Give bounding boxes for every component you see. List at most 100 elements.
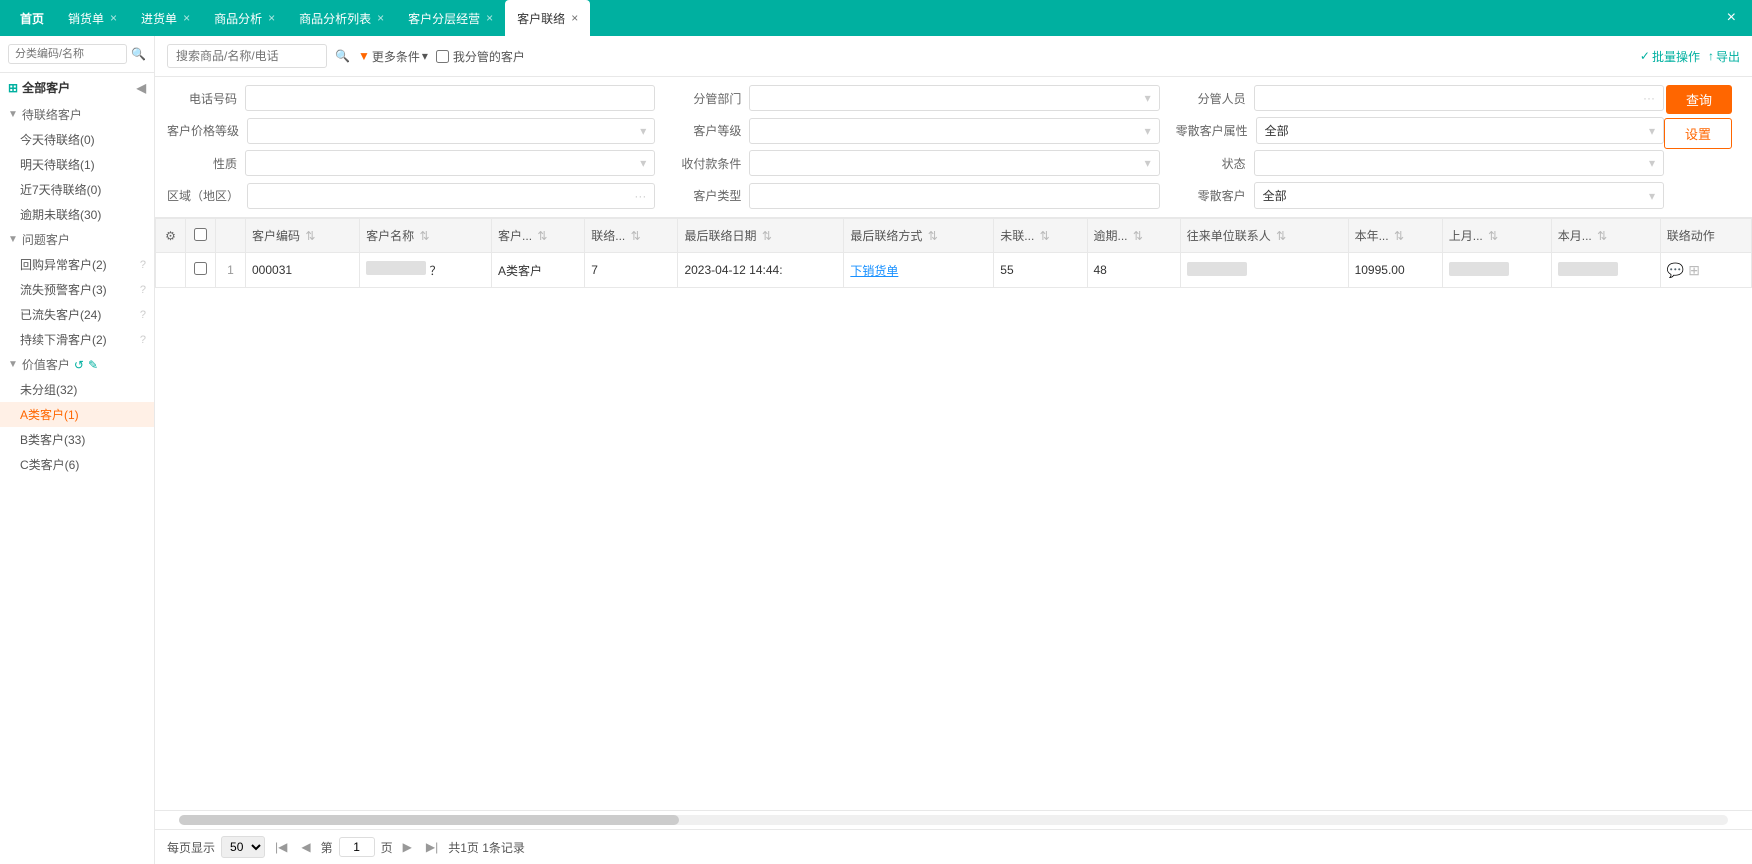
triangle-icon-2: ▼ bbox=[8, 234, 18, 245]
nav-tab-customer-tier[interactable]: 客户分层经营 × bbox=[396, 0, 505, 36]
close-purchase-tab[interactable]: × bbox=[183, 11, 190, 25]
main-search-icon[interactable]: 🔍 bbox=[335, 49, 350, 63]
horizontal-scrollbar[interactable] bbox=[179, 815, 1728, 825]
sidebar-search-input[interactable] bbox=[8, 44, 127, 64]
dept-input[interactable]: ▾ bbox=[749, 85, 1159, 111]
sidebar-item-declining[interactable]: 持续下滑客户(2) ? bbox=[0, 327, 154, 352]
close-sales-tab[interactable]: × bbox=[110, 11, 117, 25]
value-customers-group[interactable]: ▼ 价值客户 ↺ ✎ bbox=[0, 352, 154, 377]
sidebar-item-loss-warning[interactable]: 流失预警客户(3) ? bbox=[0, 277, 154, 302]
my-customer-checkbox-area[interactable]: 我分管的客户 bbox=[436, 48, 525, 65]
close-customer-tier-tab[interactable]: × bbox=[486, 11, 493, 25]
retail-attr-input[interactable]: 全部▾ bbox=[1256, 117, 1664, 144]
help-icon-3[interactable]: ? bbox=[140, 309, 146, 321]
nav-tab-analysis[interactable]: 商品分析 × bbox=[202, 0, 287, 36]
sidebar-search-icon[interactable]: 🔍 bbox=[131, 47, 146, 61]
help-icon-2[interactable]: ? bbox=[140, 284, 146, 296]
sidebar-item-tomorrow[interactable]: 明天待联络(1) bbox=[0, 152, 154, 177]
gear-icon[interactable]: ⚙ bbox=[165, 229, 176, 243]
td-code: 000031 bbox=[246, 253, 360, 288]
help-icon-4[interactable]: ? bbox=[140, 334, 146, 346]
sort-last-date-icon[interactable]: ⇅ bbox=[762, 229, 772, 243]
th-this-month: 本月... ⇅ bbox=[1551, 219, 1660, 253]
sidebar-item-7days[interactable]: 近7天待联络(0) bbox=[0, 177, 154, 202]
sort-type-icon[interactable]: ⇅ bbox=[537, 229, 547, 243]
sidebar: 🔍 ⊞ 全部客户 ◀ ▼ 待联络客户 今天待联络(0) 明天待联络(1) 近7天… bbox=[0, 36, 155, 864]
customer-type-input[interactable] bbox=[749, 183, 1159, 209]
sort-code-icon[interactable]: ⇅ bbox=[305, 229, 315, 243]
qr-icon[interactable]: ⊞ bbox=[1688, 262, 1700, 279]
nav-tab-customer-contact[interactable]: 客户联络 × bbox=[505, 0, 590, 36]
th-last-method-label: 最后联络方式 bbox=[850, 229, 922, 243]
main-search-input[interactable] bbox=[167, 44, 327, 68]
sidebar-item-abnormal[interactable]: 回购异常客户(2) ? bbox=[0, 252, 154, 277]
select-all-checkbox[interactable] bbox=[194, 228, 207, 241]
sidebar-item-today[interactable]: 今天待联络(0) bbox=[0, 127, 154, 152]
settings-button[interactable]: 设置 bbox=[1664, 118, 1732, 149]
th-num bbox=[216, 219, 246, 253]
close-analysis-list-tab[interactable]: × bbox=[377, 11, 384, 25]
row-checkbox[interactable] bbox=[194, 262, 207, 275]
price-level-input[interactable]: ▾ bbox=[247, 118, 655, 144]
prev-page-btn[interactable]: ◀ bbox=[297, 838, 314, 856]
refresh-icon[interactable]: ↺ bbox=[74, 358, 84, 372]
batch-op-button[interactable]: ✓ 批量操作 bbox=[1640, 48, 1700, 65]
manager-input[interactable]: ··· bbox=[1254, 85, 1664, 111]
last-method-link[interactable]: 下销货单 bbox=[850, 264, 898, 278]
first-page-btn[interactable]: |◀ bbox=[271, 838, 291, 856]
customer-level-input[interactable]: ▾ bbox=[749, 118, 1159, 144]
phone-input[interactable] bbox=[245, 85, 655, 111]
payment-input[interactable]: ▾ bbox=[749, 150, 1159, 176]
per-page-select[interactable]: 50 bbox=[221, 836, 265, 858]
more-filter-button[interactable]: ▼ 更多条件 ▾ bbox=[358, 48, 428, 65]
sidebar-item-class-c[interactable]: C类客户(6) bbox=[0, 452, 154, 477]
sidebar-item-class-b[interactable]: B类客户(33) bbox=[0, 427, 154, 452]
nature-input[interactable]: ▾ bbox=[245, 150, 655, 176]
sort-related-icon[interactable]: ⇅ bbox=[1276, 229, 1286, 243]
td-uncontacted: 55 bbox=[994, 253, 1087, 288]
region-input[interactable]: ··· bbox=[247, 183, 655, 209]
sort-last-method-icon[interactable]: ⇅ bbox=[928, 229, 938, 243]
message-icon[interactable]: 💬 bbox=[1667, 262, 1684, 279]
close-customer-contact-tab[interactable]: × bbox=[571, 11, 578, 25]
close-analysis-tab[interactable]: × bbox=[268, 11, 275, 25]
status-input[interactable]: ▾ bbox=[1254, 150, 1664, 176]
sidebar-item-class-a[interactable]: A类客户(1) bbox=[0, 402, 154, 427]
page-number-input[interactable] bbox=[339, 837, 375, 857]
sidebar-item-ungroup[interactable]: 未分组(32) bbox=[0, 377, 154, 402]
help-icon-1[interactable]: ? bbox=[140, 259, 146, 271]
sort-this-year-icon[interactable]: ⇅ bbox=[1394, 229, 1404, 243]
next-page-btn[interactable]: ▶ bbox=[399, 838, 416, 856]
nav-tab-sales[interactable]: 销货单 × bbox=[56, 0, 129, 36]
th-action: 联络动作 bbox=[1660, 219, 1751, 253]
close-all-tabs[interactable]: × bbox=[1719, 9, 1744, 27]
sort-uncontacted-icon[interactable]: ⇅ bbox=[1040, 229, 1050, 243]
scrollbar-thumb[interactable] bbox=[179, 815, 679, 825]
export-button[interactable]: ↑ 导出 bbox=[1708, 48, 1740, 65]
my-customer-checkbox[interactable] bbox=[436, 50, 449, 63]
all-customers-header[interactable]: ⊞ 全部客户 ◀ bbox=[0, 73, 154, 102]
pending-contact-group[interactable]: ▼ 待联络客户 bbox=[0, 102, 154, 127]
filter-row-1: 电话号码 分管部门 ▾ 分管人员 ··· bbox=[167, 85, 1664, 111]
last-page-btn[interactable]: ▶| bbox=[422, 838, 442, 856]
th-overdue-label: 逾期... bbox=[1094, 229, 1128, 243]
nav-tab-home[interactable]: 首页 bbox=[8, 0, 56, 36]
nav-tab-purchase[interactable]: 进货单 × bbox=[129, 0, 202, 36]
edit-group-icon[interactable]: ✎ bbox=[88, 358, 98, 372]
sidebar-item-overdue[interactable]: 逾期未联络(30) bbox=[0, 202, 154, 227]
td-last-month bbox=[1442, 253, 1551, 288]
th-name: 客户名称 ⇅ bbox=[360, 219, 492, 253]
sort-overdue-icon[interactable]: ⇅ bbox=[1133, 229, 1143, 243]
collapse-icon[interactable]: ◀ bbox=[137, 81, 146, 95]
nav-tab-analysis-list[interactable]: 商品分析列表 × bbox=[287, 0, 396, 36]
search-button[interactable]: 查询 bbox=[1666, 85, 1732, 114]
sort-last-month-icon[interactable]: ⇅ bbox=[1488, 229, 1498, 243]
action-icons: 💬 ⊞ bbox=[1667, 262, 1745, 279]
sort-this-month-icon[interactable]: ⇅ bbox=[1597, 229, 1607, 243]
table-header-row: ⚙ 客户编码 ⇅ 客户名称 ⇅ bbox=[156, 219, 1752, 253]
sidebar-item-lost[interactable]: 已流失客户(24) ? bbox=[0, 302, 154, 327]
problem-customers-group[interactable]: ▼ 问题客户 bbox=[0, 227, 154, 252]
sort-contact-icon[interactable]: ⇅ bbox=[631, 229, 641, 243]
retail-input[interactable]: 全部▾ bbox=[1254, 182, 1664, 209]
sort-name-icon[interactable]: ⇅ bbox=[419, 229, 429, 243]
